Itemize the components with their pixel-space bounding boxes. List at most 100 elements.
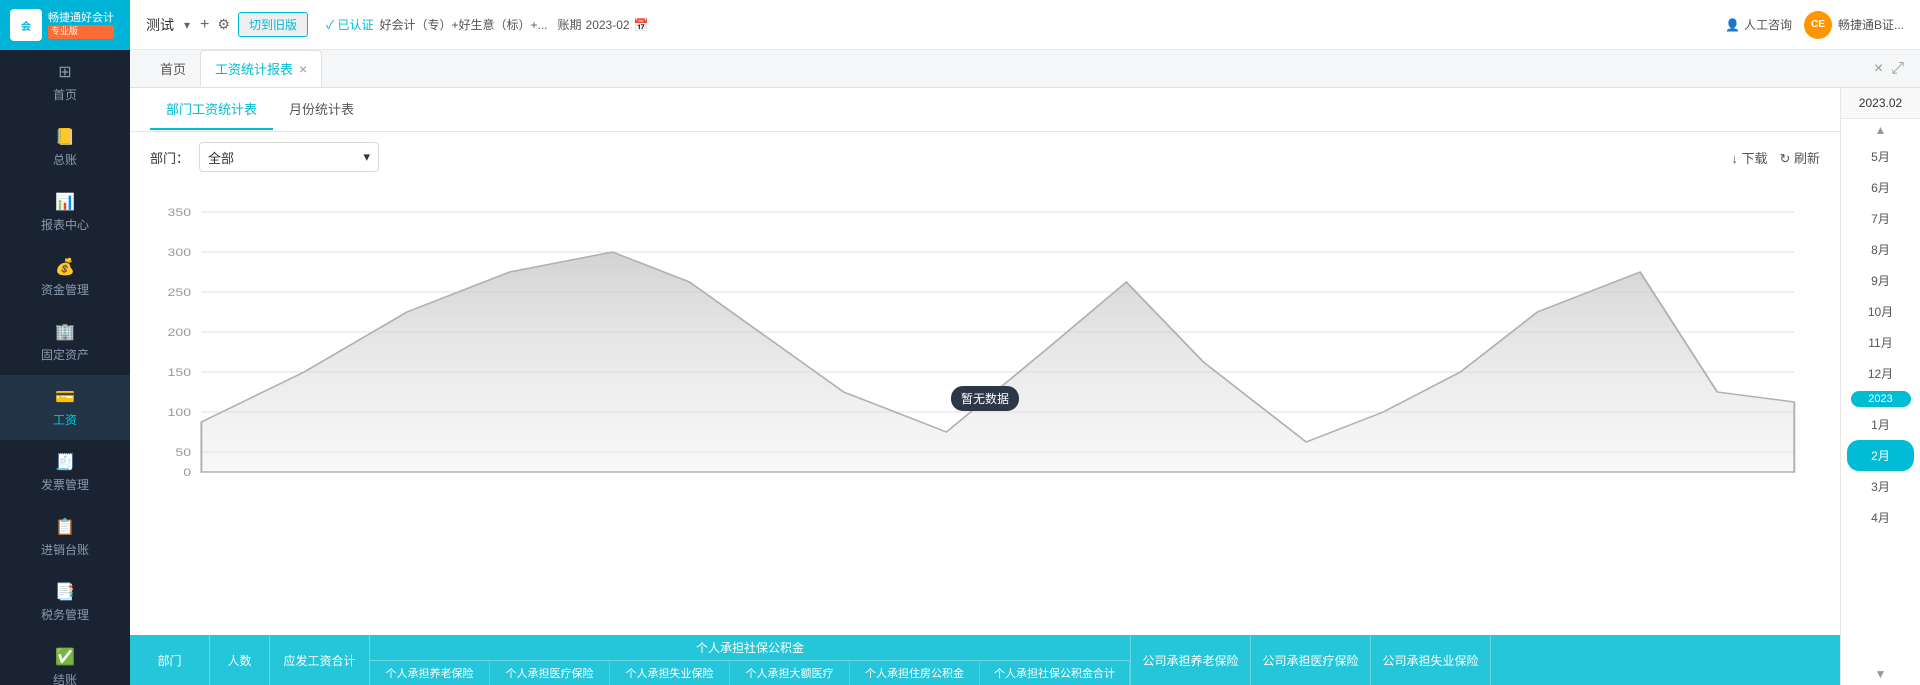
chart-svg: 350 300 250 200 150 100 50 0 — [150, 192, 1820, 492]
sidebar-label: 总账 — [53, 151, 77, 168]
sidebar-label: 进销台账 — [41, 541, 89, 558]
logo: 会 畅捷通好会计 专业版 — [0, 0, 130, 50]
table-col-sub: 个人承担医疗保险 — [490, 661, 610, 685]
chart-tooltip: 暂无数据 — [951, 386, 1019, 411]
date-nav-up[interactable]: ▲ — [1841, 119, 1920, 141]
sidebar-item-sales[interactable]: 📋进销台账 — [0, 505, 130, 570]
home-icon: ⊞ — [55, 62, 75, 82]
dept-select[interactable]: 全部 ▾ — [199, 142, 379, 172]
date-year[interactable]: 2023.02 — [1841, 88, 1920, 119]
sidebar-label: 结账 — [53, 671, 77, 685]
table-col-sub: 个人承担住房公积金 — [850, 661, 980, 685]
old-version-button[interactable]: 切到旧版 — [238, 12, 308, 37]
sidebar-item-salary[interactable]: 💳工资 — [0, 375, 130, 440]
tabs-bar: 首页 工资统计报表 × × ⤢ — [130, 50, 1920, 88]
sub-tabs: 部门工资统计表月份统计表 — [130, 88, 1840, 132]
sidebar-item-tax[interactable]: 📑 税务管理 — [0, 570, 130, 635]
topbar-dropdown[interactable]: ▾ — [184, 18, 190, 32]
topbar-actions: + ⚙ 切到旧版 — [200, 12, 308, 37]
sub-tab-dept[interactable]: 部门工资统计表 — [150, 89, 273, 130]
sidebar-item-closing[interactable]: ✅ 结账 — [0, 635, 130, 685]
content-main: 部门工资统计表月份统计表 部门： 全部 ▾ ↓ 下载 ↻ 刷新 — [130, 88, 1840, 685]
topbar: 测试 ▾ + ⚙ 切到旧版 ✓ 已认证 好会计（专）+好生意（标）+... 账期… — [130, 0, 1920, 50]
logo-icon: 会 — [10, 9, 42, 41]
month-item[interactable]: 8月 — [1841, 234, 1920, 265]
month-item[interactable]: 5月 — [1841, 141, 1920, 172]
reports-icon: 📊 — [55, 192, 75, 212]
date-nav-down[interactable]: ▼ — [1841, 663, 1920, 685]
date-panel: 2023.02 ▲ 5月6月7月8月9月10月11月12月 2023 1月2月3月4… — [1840, 88, 1920, 685]
close-window-button[interactable]: × — [1874, 60, 1883, 78]
settings-icon[interactable]: ⚙ — [217, 16, 230, 33]
avatar: CE — [1804, 11, 1832, 39]
month-item[interactable]: 4月 — [1841, 502, 1920, 533]
salary-icon: 💳 — [55, 387, 75, 407]
sidebar: 会 畅捷通好会计 专业版 ⊞ 首页 📒总账 📊 报表中心 💰资金管理 🏢 固定资产 💳工资 🧾 发票… — [0, 0, 130, 685]
refresh-button[interactable]: ↻ 刷新 — [1779, 148, 1820, 167]
svg-text:50: 50 — [175, 446, 191, 458]
sidebar-label: 资金管理 — [41, 281, 89, 298]
consult-button[interactable]: 👤 人工咨询 — [1725, 16, 1792, 33]
add-button[interactable]: + — [200, 16, 209, 34]
sidebar-label: 发票管理 — [41, 476, 89, 493]
table-col-company: 公司承担养老保险 — [1131, 635, 1251, 685]
content-area: 部门工资统计表月份统计表 部门： 全部 ▾ ↓ 下载 ↻ 刷新 — [130, 88, 1920, 685]
tab-controls: × ⤢ — [1874, 60, 1920, 78]
table-col-company: 公司承担失业保险 — [1371, 635, 1491, 685]
topbar-right: 👤 人工咨询 CE 畅捷通B证... — [1725, 11, 1904, 39]
sub-tab-month[interactable]: 月份统计表 — [273, 89, 370, 130]
assets-icon: 🏢 — [55, 322, 75, 342]
table-col-sub: 个人承担养老保险 — [370, 661, 490, 685]
topbar-title: 测试 — [146, 15, 174, 35]
period-info: 账期 2023-02 📅 — [558, 16, 649, 33]
month-item[interactable]: 6月 — [1841, 172, 1920, 203]
month-item[interactable]: 11月 — [1841, 327, 1920, 358]
tab-home[interactable]: 首页 — [146, 51, 200, 86]
svg-text:100: 100 — [168, 406, 192, 418]
svg-text:300: 300 — [168, 246, 192, 258]
table-col-部门: 部门 — [130, 635, 210, 685]
sidebar-item-ledger[interactable]: 📒总账 — [0, 115, 130, 180]
closing-icon: ✅ — [55, 647, 75, 667]
month-item[interactable]: 7月 — [1841, 203, 1920, 234]
maximize-button[interactable]: ⤢ — [1891, 60, 1904, 78]
logo-text: 畅捷通好会计 专业版 — [48, 11, 114, 39]
sidebar-item-invoice[interactable]: 🧾 发票管理 — [0, 440, 130, 505]
month-item[interactable]: 10月 — [1841, 296, 1920, 327]
sidebar-item-reports[interactable]: 📊 报表中心 — [0, 180, 130, 245]
year-badge: 2023 — [1851, 391, 1911, 407]
chart-container: 350 300 250 200 150 100 50 0 — [130, 182, 1840, 635]
month-item[interactable]: 9月 — [1841, 265, 1920, 296]
sidebar-item-funds[interactable]: 💰资金管理 — [0, 245, 130, 310]
table-col-sub: 个人承担失业保险 — [610, 661, 730, 685]
user-name[interactable]: 畅捷通B证... — [1838, 16, 1904, 33]
invoice-icon: 🧾 — [55, 452, 75, 472]
sidebar-label: 首页 — [53, 86, 77, 103]
month-item[interactable]: 12月 — [1841, 358, 1920, 389]
status-text: 好会计（专）+好生意（标）+... — [379, 16, 547, 33]
tab-salary-report[interactable]: 工资统计报表 × — [200, 50, 322, 87]
svg-text:150: 150 — [168, 366, 192, 378]
tax-icon: 📑 — [55, 582, 75, 602]
download-button[interactable]: ↓ 下载 — [1731, 148, 1767, 167]
toolbar-right: ↓ 下载 ↻ 刷新 — [1731, 148, 1820, 167]
sidebar-item-home[interactable]: ⊞ 首页 — [0, 50, 130, 115]
sidebar-label: 报表中心 — [41, 216, 89, 233]
calendar-icon[interactable]: 📅 — [634, 18, 649, 32]
main-content: 测试 ▾ + ⚙ 切到旧版 ✓ 已认证 好会计（专）+好生意（标）+... 账期… — [130, 0, 1920, 685]
table-col-sub: 个人承担大额医疗 — [730, 661, 850, 685]
period-label: 账期 — [558, 16, 582, 33]
sidebar-item-assets[interactable]: 🏢 固定资产 — [0, 310, 130, 375]
date-month-list: 5月6月7月8月9月10月11月12月 2023 1月2月3月4月 — [1841, 141, 1920, 663]
month-item[interactable]: 2月 — [1847, 440, 1914, 471]
sidebar-label: 固定资产 — [41, 346, 89, 363]
toolbar: 部门： 全部 ▾ ↓ 下载 ↻ 刷新 — [130, 132, 1840, 182]
tab-close-icon[interactable]: × — [299, 61, 307, 77]
consult-icon: 👤 — [1725, 18, 1740, 32]
user-area: CE 畅捷通B证... — [1804, 11, 1904, 39]
month-item[interactable]: 3月 — [1841, 471, 1920, 502]
sidebar-label: 税务管理 — [41, 606, 89, 623]
svg-text:250: 250 — [168, 286, 192, 298]
month-item[interactable]: 1月 — [1841, 409, 1920, 440]
dept-label: 部门： — [150, 148, 189, 167]
